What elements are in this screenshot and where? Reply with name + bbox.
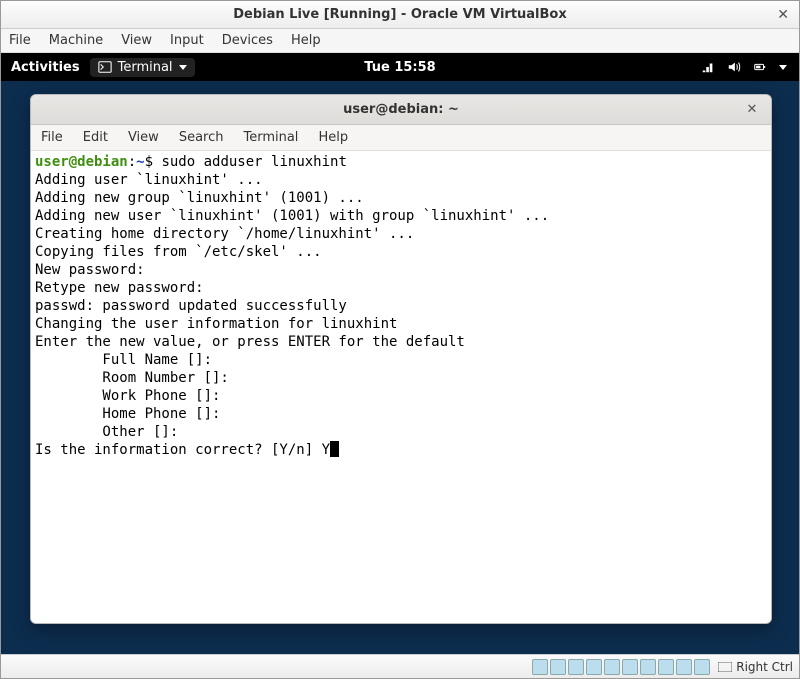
term-menu-file[interactable]: File	[41, 130, 63, 145]
host-key-indicator[interactable]: Right Ctrl	[718, 660, 793, 674]
power-icon	[753, 60, 767, 74]
term-line: New password:	[35, 262, 145, 278]
virtualbox-window: Debian Live [Running] - Oracle VM Virtua…	[0, 0, 800, 679]
terminal-title: user@debian: ~	[343, 102, 459, 117]
status-icon[interactable]	[586, 659, 602, 675]
clock[interactable]: Tue 15:58	[364, 60, 435, 75]
terminal-window: user@debian: ~ ✕ File Edit View Search T…	[30, 94, 772, 624]
menu-file[interactable]: File	[9, 33, 31, 48]
terminal-menubar: File Edit View Search Terminal Help	[31, 125, 771, 151]
app-menu[interactable]: Terminal	[90, 58, 195, 77]
term-line: Adding user `linuxhint' ...	[35, 172, 263, 188]
close-icon[interactable]: ✕	[743, 101, 761, 119]
app-menu-label: Terminal	[118, 60, 173, 75]
vbox-statusbar: Right Ctrl	[1, 654, 799, 678]
term-line: Changing the user information for linuxh…	[35, 316, 397, 332]
gnome-topbar: Activities Terminal Tue 15:58	[1, 53, 799, 81]
term-line: Copying files from `/etc/skel' ...	[35, 244, 322, 260]
status-icon[interactable]	[568, 659, 584, 675]
term-line: Work Phone []:	[35, 388, 220, 404]
status-icons	[532, 659, 710, 675]
prompt-path: ~	[136, 154, 144, 170]
term-line: Full Name []:	[35, 352, 212, 368]
menu-help[interactable]: Help	[291, 33, 321, 48]
keyboard-icon	[718, 662, 732, 672]
prompt-sep: $	[145, 154, 162, 170]
vbox-titlebar[interactable]: Debian Live [Running] - Oracle VM Virtua…	[1, 1, 799, 29]
vbox-menubar: File Machine View Input Devices Help	[1, 29, 799, 53]
status-icon[interactable]	[622, 659, 638, 675]
term-menu-help[interactable]: Help	[318, 130, 348, 145]
menu-input[interactable]: Input	[170, 33, 204, 48]
vbox-title: Debian Live [Running] - Oracle VM Virtua…	[233, 7, 567, 22]
term-line: Home Phone []:	[35, 406, 220, 422]
volume-icon	[727, 60, 741, 74]
term-line: Adding new group `linuxhint' (1001) ...	[35, 190, 364, 206]
term-line: passwd: password updated successfully	[35, 298, 347, 314]
cursor	[330, 441, 339, 457]
term-line: Adding new user `linuxhint' (1001) with …	[35, 208, 549, 224]
terminal-icon	[98, 60, 112, 74]
status-icon[interactable]	[604, 659, 620, 675]
close-icon[interactable]: ✕	[777, 7, 789, 23]
menu-view[interactable]: View	[121, 33, 152, 48]
host-key-label: Right Ctrl	[736, 660, 793, 674]
network-icon	[701, 60, 715, 74]
system-tray[interactable]	[701, 60, 799, 74]
menu-devices[interactable]: Devices	[222, 33, 273, 48]
status-icon[interactable]	[532, 659, 548, 675]
term-menu-view[interactable]: View	[128, 130, 159, 145]
user-input: Y	[322, 442, 330, 458]
term-menu-edit[interactable]: Edit	[83, 130, 108, 145]
prompt-user: user@debian	[35, 154, 128, 170]
prompt-sep: :	[128, 154, 136, 170]
term-line: Other []:	[35, 424, 178, 440]
status-icon[interactable]	[658, 659, 674, 675]
activities-button[interactable]: Activities	[11, 60, 80, 75]
term-line: Is the information correct? [Y/n]	[35, 442, 322, 458]
menu-machine[interactable]: Machine	[49, 33, 103, 48]
term-menu-search[interactable]: Search	[179, 130, 224, 145]
command-text: sudo adduser linuxhint	[161, 154, 346, 170]
term-line: Creating home directory `/home/linuxhint…	[35, 226, 414, 242]
chevron-down-icon	[179, 65, 187, 70]
terminal-body[interactable]: user@debian:~$ sudo adduser linuxhint Ad…	[31, 151, 771, 623]
term-menu-terminal[interactable]: Terminal	[243, 130, 298, 145]
status-icon[interactable]	[694, 659, 710, 675]
desktop: user@debian: ~ ✕ File Edit View Search T…	[1, 81, 799, 654]
status-icon[interactable]	[550, 659, 566, 675]
status-icon[interactable]	[676, 659, 692, 675]
status-icon[interactable]	[640, 659, 656, 675]
chevron-down-icon	[779, 65, 787, 70]
terminal-titlebar[interactable]: user@debian: ~ ✕	[31, 95, 771, 125]
term-line: Retype new password:	[35, 280, 204, 296]
term-line: Enter the new value, or press ENTER for …	[35, 334, 465, 350]
term-line: Room Number []:	[35, 370, 229, 386]
